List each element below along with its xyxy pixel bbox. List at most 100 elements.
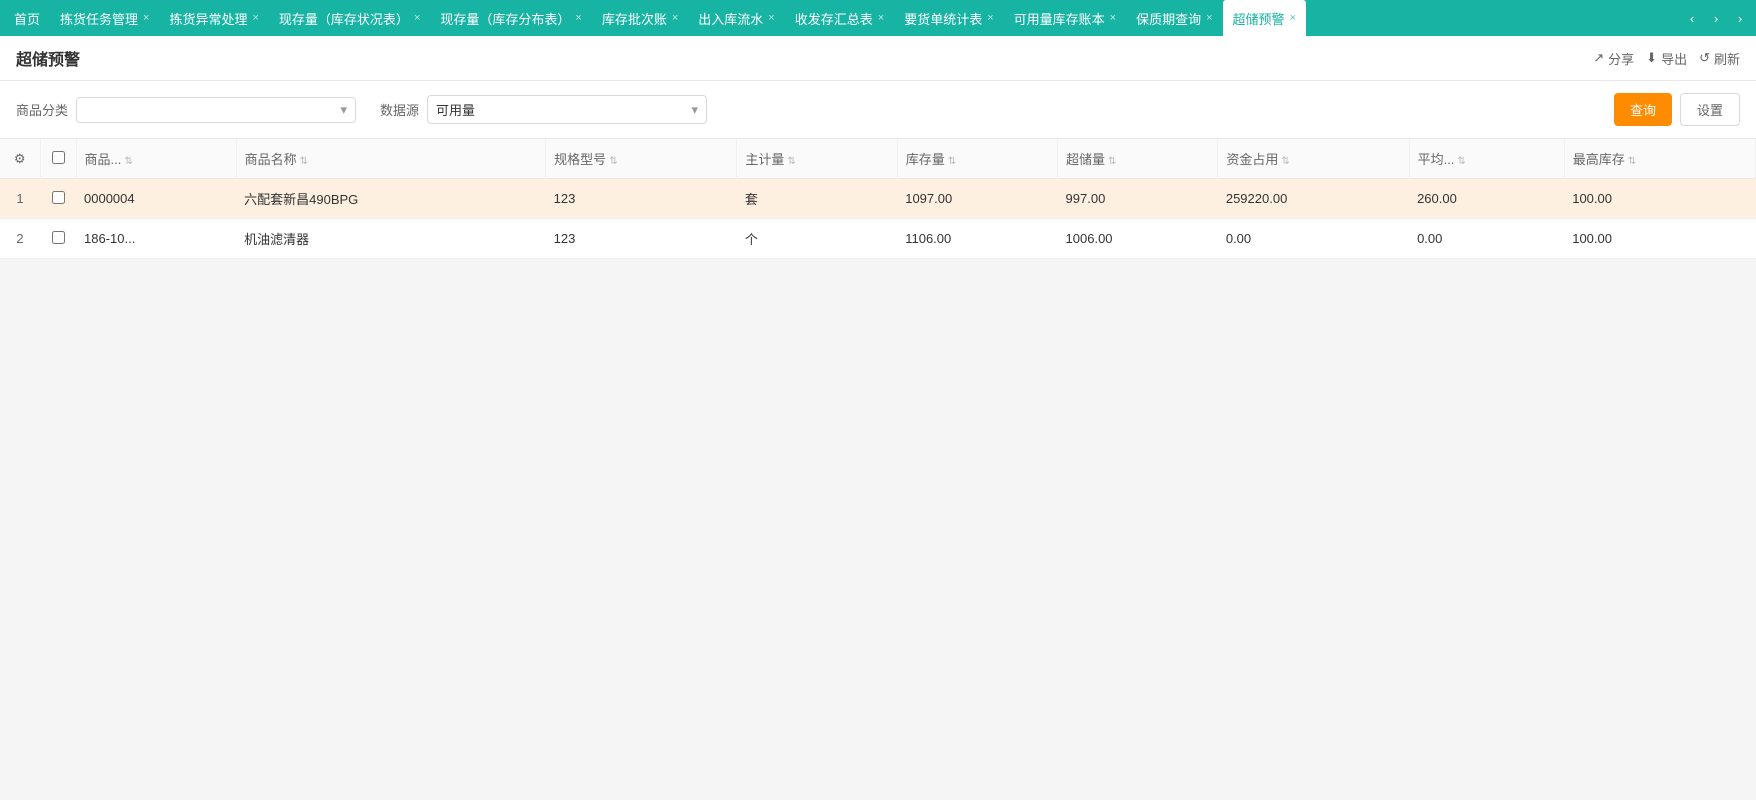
product-name: 六配套新昌490BPG (236, 179, 546, 219)
settings-button[interactable]: 设置 (1680, 93, 1740, 126)
capital-used: 0.00 (1218, 219, 1409, 259)
max-stock: 100.00 (1564, 219, 1755, 259)
stock: 1097.00 (897, 179, 1057, 219)
close-icon[interactable]: × (878, 12, 884, 24)
unit: 个 (737, 219, 897, 259)
row-checkbox-cell (40, 179, 76, 219)
nav-right-arrow[interactable]: › (1704, 0, 1728, 36)
product-code: 0000004 (76, 179, 236, 219)
avg: 0.00 (1409, 219, 1564, 259)
data-source-value: 可用量 (436, 100, 475, 119)
close-icon[interactable]: × (143, 12, 149, 24)
nav-left-arrow[interactable]: ‹ (1680, 0, 1704, 36)
sort-icon-max: ⇅ (1628, 156, 1636, 167)
nav-bar: 首页拣货任务管理×拣货异常处理×现存量（库存状况表）×现存量（库存分布表）×库存… (0, 0, 1756, 36)
close-icon[interactable]: × (1206, 12, 1212, 24)
over-stock: 997.00 (1058, 179, 1218, 219)
sort-icon-capital: ⇅ (1281, 156, 1289, 167)
th-stock[interactable]: 库存量⇅ (897, 139, 1057, 179)
share-button[interactable]: ↗ 分享 (1593, 49, 1634, 68)
th-product-name[interactable]: 商品名称⇅ (236, 139, 546, 179)
query-button[interactable]: 查询 (1614, 93, 1672, 126)
product-category-filter: 商品分类 ▾ (16, 97, 356, 123)
refresh-button[interactable]: ↺ 刷新 (1699, 49, 1740, 68)
nav-item-8[interactable]: 要货单统计表× (894, 0, 1003, 36)
sort-icon-name: ⇅ (300, 156, 308, 167)
page-title: 超储预警 (16, 46, 80, 70)
filter-area: 商品分类 ▾ 数据源 可用量 ▾ 查询 设置 (0, 81, 1756, 139)
row-checkbox-cell (40, 219, 76, 259)
th-checkbox (40, 139, 76, 179)
select-all-checkbox[interactable] (52, 151, 65, 164)
sort-icon-spec: ⇅ (609, 156, 617, 167)
th-capital-used[interactable]: 资金占用⇅ (1218, 139, 1409, 179)
product-name: 机油滤清器 (236, 219, 546, 259)
th-max-stock[interactable]: 最高库存⇅ (1564, 139, 1755, 179)
sort-icon-code: ⇅ (124, 156, 132, 167)
close-icon[interactable]: × (1290, 12, 1296, 24)
close-icon[interactable]: × (575, 12, 581, 24)
th-avg[interactable]: 平均...⇅ (1409, 139, 1564, 179)
share-icon: ↗ (1593, 50, 1604, 66)
unit: 套 (737, 179, 897, 219)
nav-item-4[interactable]: 现存量（库存分布表）× (430, 0, 591, 36)
nav-item-9[interactable]: 可用量库存账本× (1004, 0, 1126, 36)
export-icon: ⬇ (1646, 50, 1657, 66)
sort-icon-over: ⇅ (1108, 156, 1116, 167)
data-source-select[interactable]: 可用量 ▾ (427, 95, 707, 124)
data-table: ⚙ 商品...⇅ 商品名称⇅ 规格型号⇅ 主计量⇅ 库存量⇅ (0, 139, 1756, 259)
gear-icon[interactable]: ⚙ (14, 151, 26, 166)
close-icon[interactable]: × (252, 12, 258, 24)
row-checkbox[interactable] (52, 191, 65, 204)
filter-buttons: 查询 设置 (1614, 93, 1740, 126)
stock: 1106.00 (897, 219, 1057, 259)
spec: 123 (546, 219, 737, 259)
product-code: 186-10... (76, 219, 236, 259)
nav-item-2[interactable]: 拣货异常处理× (159, 0, 268, 36)
nav-item-3[interactable]: 现存量（库存状况表）× (269, 0, 430, 36)
close-icon[interactable]: × (768, 12, 774, 24)
th-settings: ⚙ (0, 139, 40, 179)
close-icon[interactable]: × (672, 12, 678, 24)
over-stock: 1006.00 (1058, 219, 1218, 259)
chevron-down-icon2: ▾ (692, 102, 699, 118)
max-stock: 100.00 (1564, 179, 1755, 219)
table-row: 1 0000004 六配套新昌490BPG 123 套 1097.00 997.… (0, 179, 1756, 219)
nav-item-7[interactable]: 收发存汇总表× (785, 0, 894, 36)
th-unit[interactable]: 主计量⇅ (737, 139, 897, 179)
data-source-label: 数据源 (380, 100, 419, 119)
table-row: 2 186-10... 机油滤清器 123 个 1106.00 1006.00 … (0, 219, 1756, 259)
th-product-code[interactable]: 商品...⇅ (76, 139, 236, 179)
nav-item-1[interactable]: 拣货任务管理× (50, 0, 159, 36)
sort-icon-unit: ⇅ (787, 156, 795, 167)
sort-icon-stock: ⇅ (948, 156, 956, 167)
refresh-icon: ↺ (1699, 50, 1710, 66)
data-source-filter: 数据源 可用量 ▾ (380, 95, 707, 124)
close-icon[interactable]: × (414, 12, 420, 24)
th-spec[interactable]: 规格型号⇅ (546, 139, 737, 179)
nav-item-6[interactable]: 出入库流水× (688, 0, 784, 36)
table-header-row: ⚙ 商品...⇅ 商品名称⇅ 规格型号⇅ 主计量⇅ 库存量⇅ (0, 139, 1756, 179)
product-category-label: 商品分类 (16, 100, 68, 119)
export-button[interactable]: ⬇ 导出 (1646, 49, 1687, 68)
product-category-select[interactable]: ▾ (76, 97, 356, 123)
avg: 260.00 (1409, 179, 1564, 219)
nav-item-11[interactable]: 超储预警× (1223, 0, 1306, 36)
th-over-stock[interactable]: 超储量⇅ (1058, 139, 1218, 179)
nav-item-5[interactable]: 库存批次账× (592, 0, 688, 36)
close-icon[interactable]: × (1110, 12, 1116, 24)
spec: 123 (546, 179, 737, 219)
sort-icon-avg: ⇅ (1457, 156, 1465, 167)
table-container: ⚙ 商品...⇅ 商品名称⇅ 规格型号⇅ 主计量⇅ 库存量⇅ (0, 139, 1756, 259)
close-icon[interactable]: × (987, 12, 993, 24)
chevron-down-icon: ▾ (340, 102, 347, 118)
nav-item-10[interactable]: 保质期查询× (1126, 0, 1222, 36)
page-header: 超储预警 ↗ 分享 ⬇ 导出 ↺ 刷新 (0, 36, 1756, 81)
row-num: 2 (0, 219, 40, 259)
nav-item-0[interactable]: 首页 (4, 0, 50, 36)
row-checkbox[interactable] (52, 231, 65, 244)
row-num: 1 (0, 179, 40, 219)
capital-used: 259220.00 (1218, 179, 1409, 219)
header-actions: ↗ 分享 ⬇ 导出 ↺ 刷新 (1593, 49, 1740, 68)
nav-more-arrow[interactable]: › (1728, 0, 1752, 36)
